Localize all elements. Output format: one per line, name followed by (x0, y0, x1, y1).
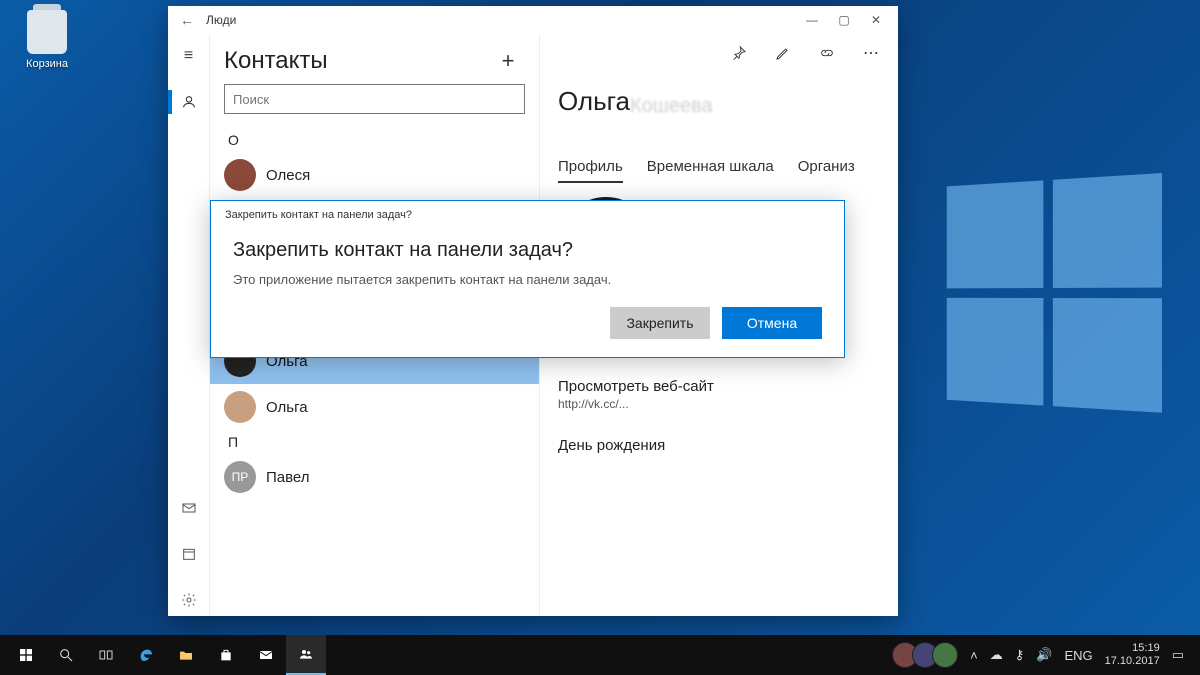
sidebar-item-settings[interactable] (173, 584, 205, 616)
pinned-contacts[interactable] (898, 642, 958, 668)
avatar (224, 159, 256, 191)
contact-name: Павел (266, 469, 310, 486)
tray-volume-icon[interactable]: 🔊 (1036, 647, 1052, 663)
mail-icon (258, 647, 274, 663)
taskbar: ˄ ☁ ⚷ 🔊 ENG 15:19 17.10.2017 ▭ (0, 635, 1200, 675)
taskbar-explorer[interactable] (166, 635, 206, 675)
taskbar-store[interactable] (206, 635, 246, 675)
tray-notifications-icon[interactable]: ▭ (1172, 647, 1184, 663)
field-website[interactable]: Просмотреть веб-сайт http://vk.cc/... (558, 378, 880, 411)
edge-icon (138, 647, 154, 663)
link-button[interactable] (810, 36, 844, 70)
system-tray: ˄ ☁ ⚷ 🔊 ENG 15:19 17.10.2017 ▭ (898, 642, 1194, 668)
recycle-bin-icon (27, 10, 67, 54)
taskbar-mail[interactable] (246, 635, 286, 675)
store-icon (218, 647, 234, 663)
taskbar-edge[interactable] (126, 635, 166, 675)
sidebar-item-calendar[interactable] (173, 538, 205, 570)
field-label: Просмотреть веб-сайт (558, 378, 880, 395)
recycle-bin-label: Корзина (26, 58, 68, 70)
taskbar-people[interactable] (286, 635, 326, 675)
tab-profile[interactable]: Профиль (558, 158, 623, 183)
detail-toolbar: ⋯ (722, 36, 888, 70)
link-icon (819, 45, 835, 61)
dialog-body: Это приложение пытается закрепить контак… (233, 272, 822, 287)
section-letter[interactable]: П (210, 430, 539, 454)
contact-name: Ольга (266, 399, 308, 416)
add-contact-button[interactable]: + (491, 44, 525, 78)
start-button[interactable] (6, 635, 46, 675)
contact-name: Олеся (266, 167, 310, 184)
wallpaper-windows-logo (947, 173, 1167, 417)
pin-button[interactable] (722, 36, 756, 70)
avatar: ПР (224, 461, 256, 493)
maximize-button[interactable]: ▢ (828, 6, 860, 34)
calendar-icon (181, 546, 197, 562)
contact-row[interactable]: Ольга (210, 384, 539, 430)
gear-icon (181, 592, 197, 608)
search-button[interactable] (46, 635, 86, 675)
titlebar: ← Люди — ▢ ✕ (168, 6, 898, 34)
pin-icon (731, 45, 747, 61)
dialog-pin-button[interactable]: Закрепить (610, 307, 710, 339)
search-input[interactable] (224, 84, 525, 114)
tray-network-icon[interactable]: ⚷ (1015, 647, 1025, 663)
search-icon (58, 647, 74, 663)
pencil-icon (775, 45, 791, 61)
person-icon (181, 94, 197, 110)
mail-icon (181, 500, 197, 516)
contact-list[interactable]: О Олеся Ольга Ольга П ПР Павел (210, 124, 539, 616)
section-letter[interactable]: О (210, 128, 539, 152)
contacts-heading: Контакты (224, 47, 328, 75)
sidebar-item-contacts[interactable] (173, 86, 205, 118)
tray-time: 15:19 (1105, 642, 1160, 655)
window-title: Люди (206, 13, 236, 27)
tray-clock[interactable]: 15:19 17.10.2017 (1105, 642, 1160, 668)
desktop-recycle-bin[interactable]: Корзина (12, 10, 82, 70)
contact-surname-ghost: Кошеева (630, 95, 898, 118)
windows-icon (18, 647, 34, 663)
dialog-caption: Закрепить контакт на панели задач? (211, 201, 844, 229)
more-button[interactable]: ⋯ (854, 36, 888, 70)
dialog-cancel-button[interactable]: Отмена (722, 307, 822, 339)
pinned-contact[interactable] (932, 642, 958, 668)
contact-row[interactable]: Олеся (210, 152, 539, 198)
field-label: День рождения (558, 437, 880, 454)
field-value: http://vk.cc/... (558, 397, 880, 411)
tray-language[interactable]: ENG (1064, 648, 1092, 663)
people-icon (298, 646, 314, 662)
tray-chevron-icon[interactable]: ˄ (970, 648, 978, 663)
minimize-button[interactable]: — (796, 6, 828, 34)
dialog-heading: Закрепить контакт на панели задач? (233, 239, 822, 262)
field-birthday[interactable]: День рождения (558, 437, 880, 454)
detail-tabs: Профиль Временная шкала Организ (558, 158, 880, 183)
taskview-icon (98, 647, 114, 663)
back-button[interactable]: ← (174, 12, 200, 28)
tray-date: 17.10.2017 (1105, 655, 1160, 668)
tab-timeline[interactable]: Временная шкала (647, 158, 774, 183)
edit-button[interactable] (766, 36, 800, 70)
sidebar: ≡ (168, 34, 210, 616)
folder-icon (178, 647, 194, 663)
avatar (224, 391, 256, 423)
pin-contact-dialog: Закрепить контакт на панели задач? Закре… (210, 200, 845, 358)
tray-onedrive-icon[interactable]: ☁ (990, 647, 1003, 663)
tab-org[interactable]: Организ (798, 158, 855, 183)
taskview-button[interactable] (86, 635, 126, 675)
close-button[interactable]: ✕ (860, 6, 892, 34)
contact-row[interactable]: ПР Павел (210, 454, 539, 500)
hamburger-button[interactable]: ≡ (173, 40, 205, 72)
sidebar-item-mail[interactable] (173, 492, 205, 524)
